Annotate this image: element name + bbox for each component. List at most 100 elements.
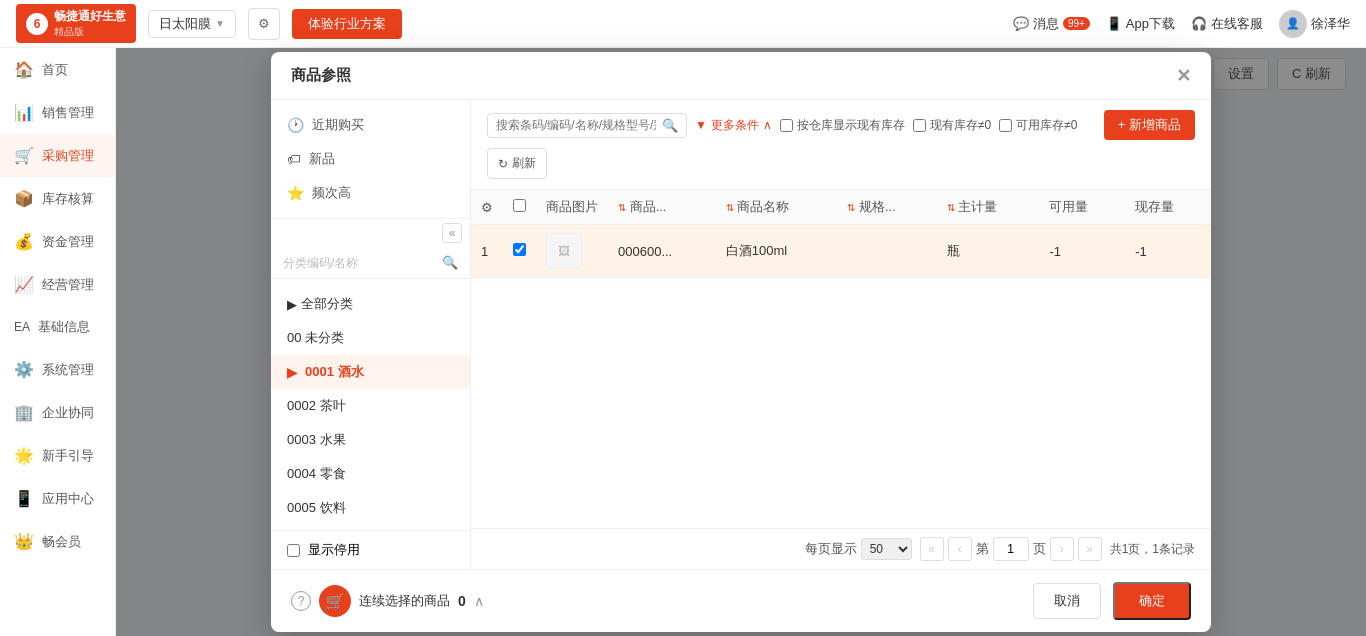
existing-stock-checkbox[interactable] (913, 119, 926, 132)
tab-recent[interactable]: 🕐 近期购买 (271, 108, 470, 142)
tab-recent-label: 近期购买 (312, 116, 364, 134)
help-button[interactable]: ? (291, 591, 311, 611)
modal-close-button[interactable]: ✕ (1176, 67, 1191, 85)
sort-icon-left: ⇅ (618, 202, 626, 213)
product-image: 🖼 (546, 233, 582, 269)
logo[interactable]: 6 畅捷通好生意 精品版 (16, 4, 136, 43)
current-page-input[interactable] (993, 537, 1029, 561)
image-icon: 🖼 (558, 244, 570, 258)
confirm-button[interactable]: 确定 (1113, 582, 1191, 620)
tab-new[interactable]: 🏷 新品 (271, 142, 470, 176)
col-code[interactable]: ⇅ 商品... (608, 190, 716, 225)
sidebar-item-home[interactable]: 🏠 首页 (0, 48, 115, 91)
filter-icon: ▼ (695, 118, 707, 132)
product-search-wrap: 🔍 (487, 113, 687, 138)
sidebar-item-basic[interactable]: EA 基础信息 (0, 306, 115, 348)
sales-icon: 📊 (14, 103, 34, 122)
sidebar-item-system[interactable]: ⚙️ 系统管理 (0, 348, 115, 391)
refresh-button[interactable]: ↻ 刷新 (487, 148, 547, 179)
row-select-checkbox[interactable] (513, 243, 526, 256)
category-0005[interactable]: 0005 饮料 (271, 491, 470, 525)
col-spec[interactable]: ⇅ 规格... (837, 190, 937, 225)
expand-icon[interactable]: ∧ (474, 593, 484, 609)
app-download-button[interactable]: 📱 App下载 (1106, 15, 1175, 33)
sidebar-item-apps[interactable]: 📱 应用中心 (0, 477, 115, 520)
sidebar-item-inventory[interactable]: 📦 库存核算 (0, 177, 115, 220)
page-size-dropdown[interactable]: 10 20 50 100 (861, 538, 912, 560)
col-unit[interactable]: ⇅ 主计量 (937, 190, 1040, 225)
category-list: ▶ 全部分类 00 未分类 ▶ 0001 酒水 0002 茶 (271, 279, 470, 530)
online-service-button[interactable]: 🎧 在线客服 (1191, 15, 1263, 33)
online-service-label: 在线客服 (1211, 15, 1263, 33)
store-selector[interactable]: 日太阳膜 ▼ (148, 10, 236, 38)
category-0002[interactable]: 0002 茶叶 (271, 389, 470, 423)
new-product-button[interactable]: + 新增商品 (1104, 110, 1195, 140)
sort-icon-name: ⇅ (726, 202, 734, 213)
continuous-label: 连续选择的商品 (359, 592, 450, 610)
row-spec (837, 225, 937, 278)
category-search-icon[interactable]: 🔍 (442, 255, 458, 270)
sidebar-item-sales[interactable]: 📊 销售管理 (0, 91, 115, 134)
col-name[interactable]: ⇅ 商品名称 (716, 190, 838, 225)
available-stock-checkbox[interactable] (999, 119, 1012, 132)
sidebar-item-newbie[interactable]: 🌟 新手引导 (0, 434, 115, 477)
trial-button[interactable]: 体验行业方案 (292, 9, 402, 39)
next-page-button[interactable]: › (1050, 537, 1074, 561)
col-checkbox (503, 190, 536, 225)
col-stock: 现存量 (1125, 190, 1211, 225)
table-row[interactable]: 1 🖼 (471, 225, 1211, 278)
sidebar-item-operations[interactable]: 📈 经营管理 (0, 263, 115, 306)
category-0001[interactable]: ▶ 0001 酒水 (271, 355, 470, 389)
sidebar-item-sales-label: 销售管理 (42, 104, 94, 122)
select-all-checkbox[interactable] (513, 199, 526, 212)
category-0004[interactable]: 0004 零食 (271, 457, 470, 491)
gear-icon: ⚙ (258, 16, 270, 31)
store-name: 日太阳膜 (159, 15, 211, 33)
product-search-input[interactable] (496, 118, 656, 132)
modal-body: 🕐 近期购买 🏷 新品 ⭐ 频次高 (271, 100, 1211, 569)
category-search-input[interactable] (283, 256, 436, 270)
first-page-button[interactable]: « (920, 537, 944, 561)
settings-button[interactable]: ⚙ (248, 8, 280, 40)
more-filter-button[interactable]: ▼ 更多条件 ∧ (695, 117, 772, 134)
row-img: 🖼 (536, 225, 608, 278)
page-label: 第 (976, 540, 989, 558)
row-name: 白酒100ml (716, 225, 838, 278)
download-icon: 📱 (1106, 16, 1122, 31)
modal-title: 商品参照 (291, 66, 351, 85)
last-page-button[interactable]: » (1078, 537, 1102, 561)
prev-page-button[interactable]: ‹ (948, 537, 972, 561)
row-index: 1 (471, 225, 503, 278)
app-download-label: App下载 (1126, 15, 1175, 33)
modal-left-footer: 显示停用 (271, 530, 470, 569)
category-0003[interactable]: 0003 水果 (271, 423, 470, 457)
page-size-label: 每页显示 (805, 540, 857, 558)
modal-footer-left: ? 🛒 连续选择的商品 0 ∧ (291, 585, 484, 617)
cancel-button[interactable]: 取消 (1033, 583, 1101, 619)
sidebar-item-enterprise[interactable]: 🏢 企业协同 (0, 391, 115, 434)
logo-icon: 6 (26, 13, 48, 35)
message-button[interactable]: 💬 消息 99+ (1013, 15, 1090, 33)
row-checkbox[interactable] (503, 225, 536, 278)
user-area[interactable]: 👤 徐泽华 (1279, 10, 1350, 38)
category-all-arrow: ▶ (287, 297, 297, 312)
category-0004-label: 0004 零食 (287, 465, 346, 483)
warehouse-stock-checkbox[interactable] (780, 119, 793, 132)
message-badge: 99+ (1063, 17, 1090, 30)
collapse-button[interactable]: « (442, 223, 462, 243)
sidebar-item-finance[interactable]: 💰 资金管理 (0, 220, 115, 263)
modal-header: 商品参照 ✕ (271, 52, 1211, 100)
newbie-icon: 🌟 (14, 446, 34, 465)
sidebar-item-purchase[interactable]: 🛒 采购管理 (0, 134, 115, 177)
show-disabled-checkbox[interactable] (287, 544, 300, 557)
category-all[interactable]: ▶ 全部分类 (271, 287, 470, 321)
search-icon[interactable]: 🔍 (662, 118, 678, 133)
sort-icon-spec: ⇅ (847, 202, 855, 213)
category-00[interactable]: 00 未分类 (271, 321, 470, 355)
sidebar-item-member[interactable]: 👑 畅会员 (0, 520, 115, 563)
shopping-cart-icon: 🛒 (325, 592, 345, 611)
col-settings[interactable]: ⚙ (471, 190, 503, 225)
tab-frequent[interactable]: ⭐ 频次高 (271, 176, 470, 210)
existing-stock-checkbox-wrap: 现有库存≠0 (913, 117, 991, 134)
modal-left-tabs: 🕐 近期购买 🏷 新品 ⭐ 频次高 (271, 100, 470, 219)
